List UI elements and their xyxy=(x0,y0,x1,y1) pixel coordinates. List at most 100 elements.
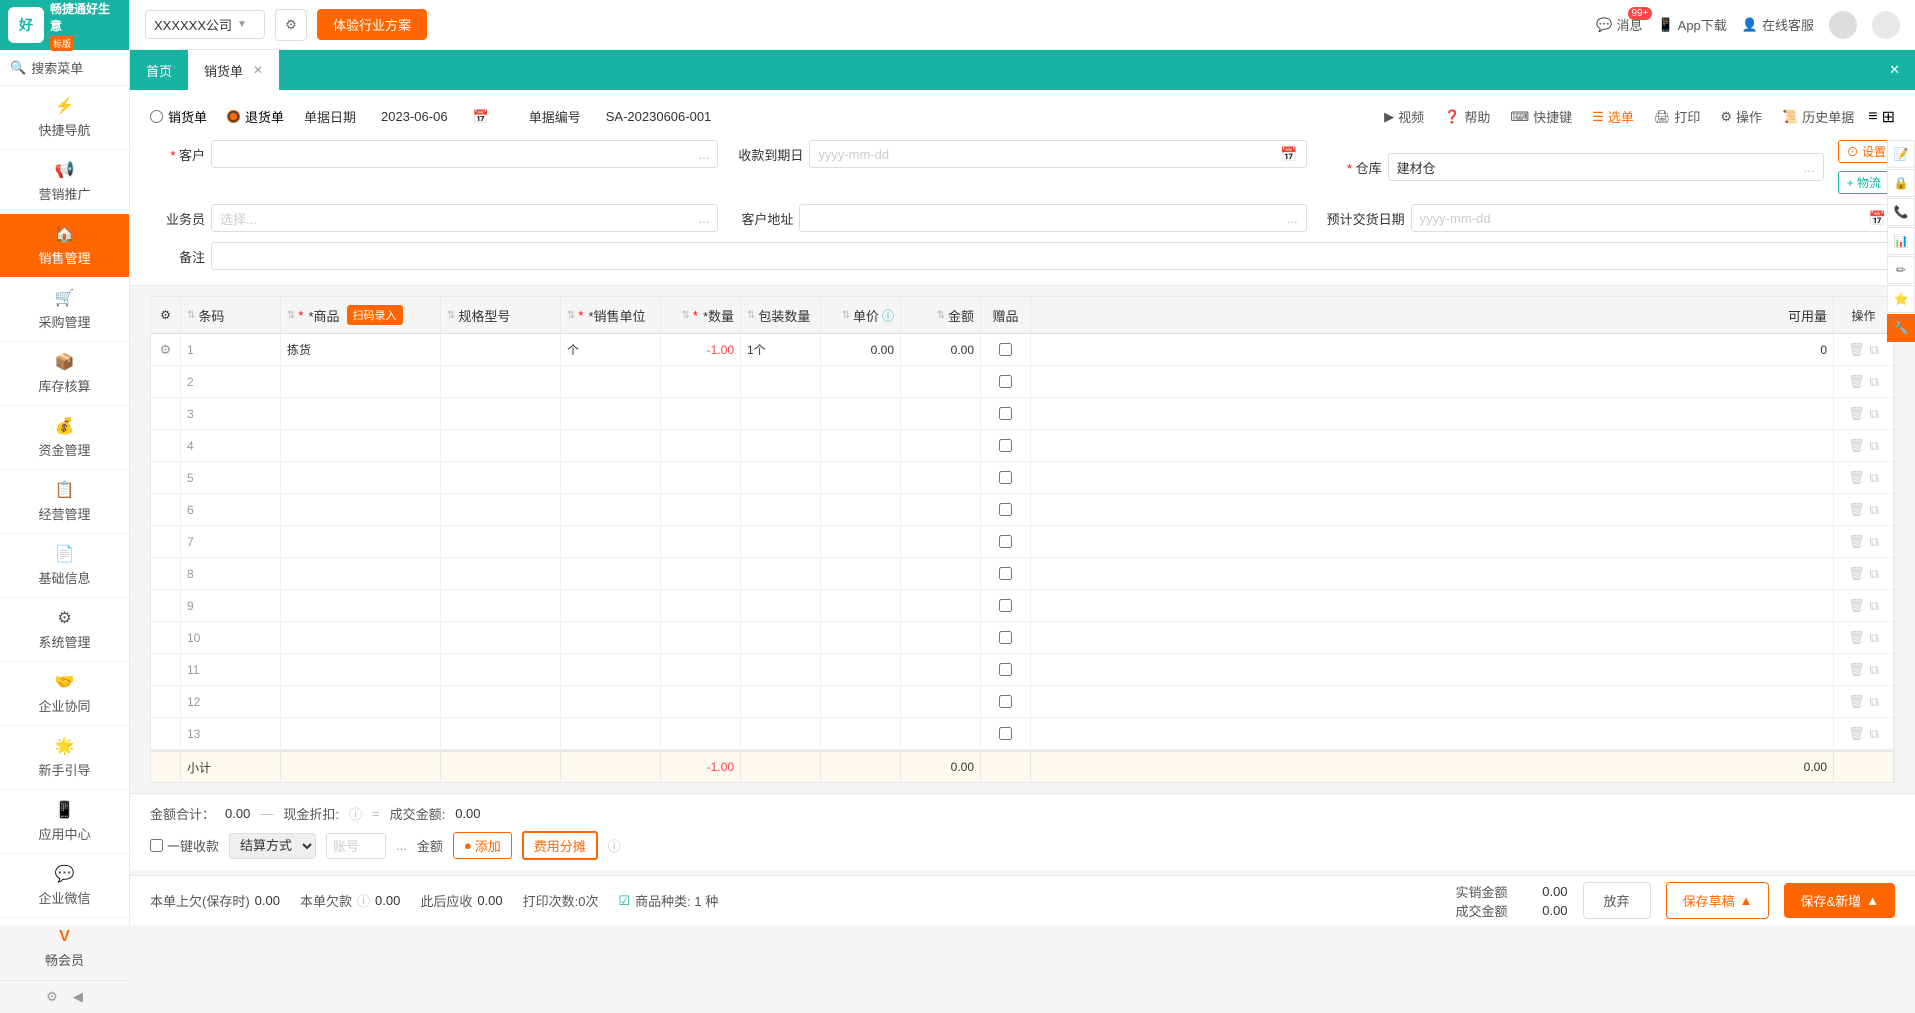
radio-return-label[interactable]: 退货单 xyxy=(227,107,284,126)
td-price-1[interactable]: 0.00 xyxy=(821,334,901,365)
delete-icon[interactable]: 🗑 xyxy=(1848,726,1865,742)
bank-account-input[interactable]: 账号 xyxy=(326,833,386,859)
message-button[interactable]: 💬 消息 99+ xyxy=(1596,15,1642,34)
sidebar-item-wechat[interactable]: 💬 企业微信 xyxy=(0,854,129,918)
td-pkgqty-1[interactable]: 1个 xyxy=(741,334,821,365)
sort-icon-goods[interactable]: ⇅ xyxy=(287,310,295,321)
copy-icon-1[interactable]: ⧉ xyxy=(1870,342,1879,358)
radio-return-input[interactable] xyxy=(227,110,240,123)
radio-sales-label[interactable]: 销货单 xyxy=(150,107,207,126)
settlement-select[interactable]: 结算方式 xyxy=(229,833,316,859)
copy-icon[interactable]: ⧉ xyxy=(1870,502,1879,518)
sidebar-item-vip[interactable]: V 畅会员 xyxy=(0,918,129,980)
copy-icon[interactable]: ⧉ xyxy=(1870,694,1879,710)
help-btn[interactable]: ❓ 帮助 xyxy=(1438,105,1496,128)
app-download-button[interactable]: 📱 App下载 xyxy=(1657,15,1726,34)
sidebar-item-base[interactable]: 📄 基础信息 xyxy=(0,534,129,598)
copy-icon[interactable]: ⧉ xyxy=(1870,566,1879,582)
sidebar-item-marketing[interactable]: 📢 营销推广 xyxy=(0,150,129,214)
copy-icon[interactable]: ⧉ xyxy=(1870,598,1879,614)
delete-icon[interactable]: 🗑 xyxy=(1848,694,1865,710)
company-select[interactable]: XXXXXX公司 ▼ xyxy=(145,10,265,39)
th-settings[interactable]: ⚙ xyxy=(151,297,181,333)
add-button[interactable]: ● 添加 xyxy=(453,832,512,859)
salesperson-input[interactable]: 选择... ... xyxy=(211,204,718,232)
one-key-payment-check[interactable]: 一键收款 xyxy=(150,836,219,855)
float-btn-3[interactable]: 📞 xyxy=(1887,198,1915,226)
td-gift-1[interactable] xyxy=(981,334,1031,365)
float-btn-7[interactable]: 🔧 xyxy=(1887,314,1915,342)
trial-button[interactable]: 体验行业方案 xyxy=(317,9,427,40)
history-btn[interactable]: 📜 历史单据 xyxy=(1776,105,1860,128)
tab-close-icon[interactable]: ✕ xyxy=(253,63,263,77)
delete-icon[interactable]: 🗑 xyxy=(1848,662,1865,678)
sidebar-item-biz[interactable]: 📋 经营管理 xyxy=(0,470,129,534)
due-date-input[interactable]: yyyy-mm-dd 📅 xyxy=(809,140,1306,168)
sidebar-item-finance[interactable]: 💰 资金管理 xyxy=(0,406,129,470)
fee-info-icon[interactable]: ⓘ xyxy=(608,836,621,855)
sidebar-item-sales[interactable]: 🏠 销售管理 xyxy=(0,214,129,278)
abandon-button[interactable]: 放弃 xyxy=(1583,882,1651,919)
select-btn[interactable]: ☰ 选单 xyxy=(1586,105,1640,128)
price-info-icon[interactable]: ⓘ xyxy=(882,307,894,324)
delete-icon[interactable]: 🗑 xyxy=(1848,470,1865,486)
delivery-date-input[interactable]: yyyy-mm-dd 📅 xyxy=(1411,204,1895,232)
float-btn-1[interactable]: 📝 xyxy=(1887,140,1915,168)
float-btn-6[interactable]: ⭐ xyxy=(1887,285,1915,313)
delete-icon[interactable]: 🗑 xyxy=(1848,534,1865,550)
delete-icon[interactable]: 🗑 xyxy=(1848,598,1865,614)
calendar-icon[interactable]: 📅 xyxy=(473,109,489,125)
delete-icon[interactable]: 🗑 xyxy=(1848,374,1865,390)
sort-icon-pkg[interactable]: ⇅ xyxy=(747,310,755,321)
sidebar-item-inventory[interactable]: 📦 库存核算 xyxy=(0,342,129,406)
print-btn[interactable]: 🖨 打印 xyxy=(1648,105,1707,128)
save-new-button[interactable]: 保存&新增 ▲ xyxy=(1784,883,1895,918)
sidebar-item-purchase[interactable]: 🛒 采购管理 xyxy=(0,278,129,342)
notes-input[interactable] xyxy=(211,242,1895,270)
copy-icon[interactable]: ⧉ xyxy=(1870,534,1879,550)
copy-icon[interactable]: ⧉ xyxy=(1870,406,1879,422)
copy-icon[interactable]: ⧉ xyxy=(1870,662,1879,678)
delete-icon[interactable]: 🗑 xyxy=(1848,502,1865,518)
warehouse-input[interactable]: 建材仓 ... xyxy=(1388,153,1824,181)
sidebar-item-collab[interactable]: 🤝 企业协同 xyxy=(0,662,129,726)
fee-split-button[interactable]: 费用分摊 xyxy=(522,831,598,860)
sidebar-item-guide[interactable]: 🌟 新手引导 xyxy=(0,726,129,790)
td-unit-1[interactable]: 个 xyxy=(561,334,661,365)
radio-sales-input[interactable] xyxy=(150,110,163,123)
sidebar-item-system[interactable]: ⚙ 系统管理 xyxy=(0,598,129,662)
td-spec-1[interactable] xyxy=(441,334,561,365)
save-draft-button[interactable]: 保存草稿 ▲ xyxy=(1666,882,1770,919)
float-btn-4[interactable]: 📊 xyxy=(1887,227,1915,255)
delete-icon-1[interactable]: 🗑 xyxy=(1848,342,1865,358)
customer-addr-input[interactable]: ... xyxy=(799,204,1306,232)
delete-icon[interactable]: 🗑 xyxy=(1848,566,1865,582)
sort-icon[interactable]: ⇅ xyxy=(187,310,195,321)
delete-icon[interactable]: 🗑 xyxy=(1848,630,1865,646)
tab-sales-order[interactable]: 销货单 ✕ xyxy=(188,50,279,90)
shortage-info-icon[interactable]: ⓘ xyxy=(357,891,370,910)
float-btn-5[interactable]: ✏ xyxy=(1887,256,1915,284)
sort-icon-price[interactable]: ⇅ xyxy=(842,310,850,321)
td-qty-1[interactable]: -1.00 xyxy=(661,334,741,365)
copy-icon[interactable]: ⧉ xyxy=(1870,726,1879,742)
td-amount-1[interactable]: 0.00 xyxy=(901,334,981,365)
copy-icon[interactable]: ⧉ xyxy=(1870,374,1879,390)
td-goods-1[interactable]: 拣货 xyxy=(281,334,441,365)
video-btn[interactable]: ▶ 视频 xyxy=(1378,105,1430,128)
sidebar-item-quick-nav[interactable]: ⚡ 快捷导航 xyxy=(0,86,129,150)
tab-bar-close-button[interactable]: ✕ xyxy=(1874,50,1915,90)
ops-btn[interactable]: ⚙ 操作 xyxy=(1714,105,1768,128)
scan-button[interactable]: 扫码录入 xyxy=(347,305,403,325)
copy-icon[interactable]: ⧉ xyxy=(1870,438,1879,454)
copy-icon[interactable]: ⧉ xyxy=(1870,630,1879,646)
sort-icon-spec[interactable]: ⇅ xyxy=(447,310,455,321)
sort-icon-unit[interactable]: ⇅ xyxy=(567,310,575,321)
tab-home[interactable]: 首页 xyxy=(130,50,188,90)
settings-bottom-icon[interactable]: ⚙ xyxy=(46,989,58,1005)
copy-icon[interactable]: ⧉ xyxy=(1870,470,1879,486)
sidebar-search[interactable]: 🔍 搜索菜单 xyxy=(0,50,129,86)
view-toggle[interactable]: ≡ ⊞ xyxy=(1868,107,1895,127)
sidebar-item-app[interactable]: 📱 应用中心 xyxy=(0,790,129,854)
settings-button[interactable]: ⚙ xyxy=(275,9,307,41)
